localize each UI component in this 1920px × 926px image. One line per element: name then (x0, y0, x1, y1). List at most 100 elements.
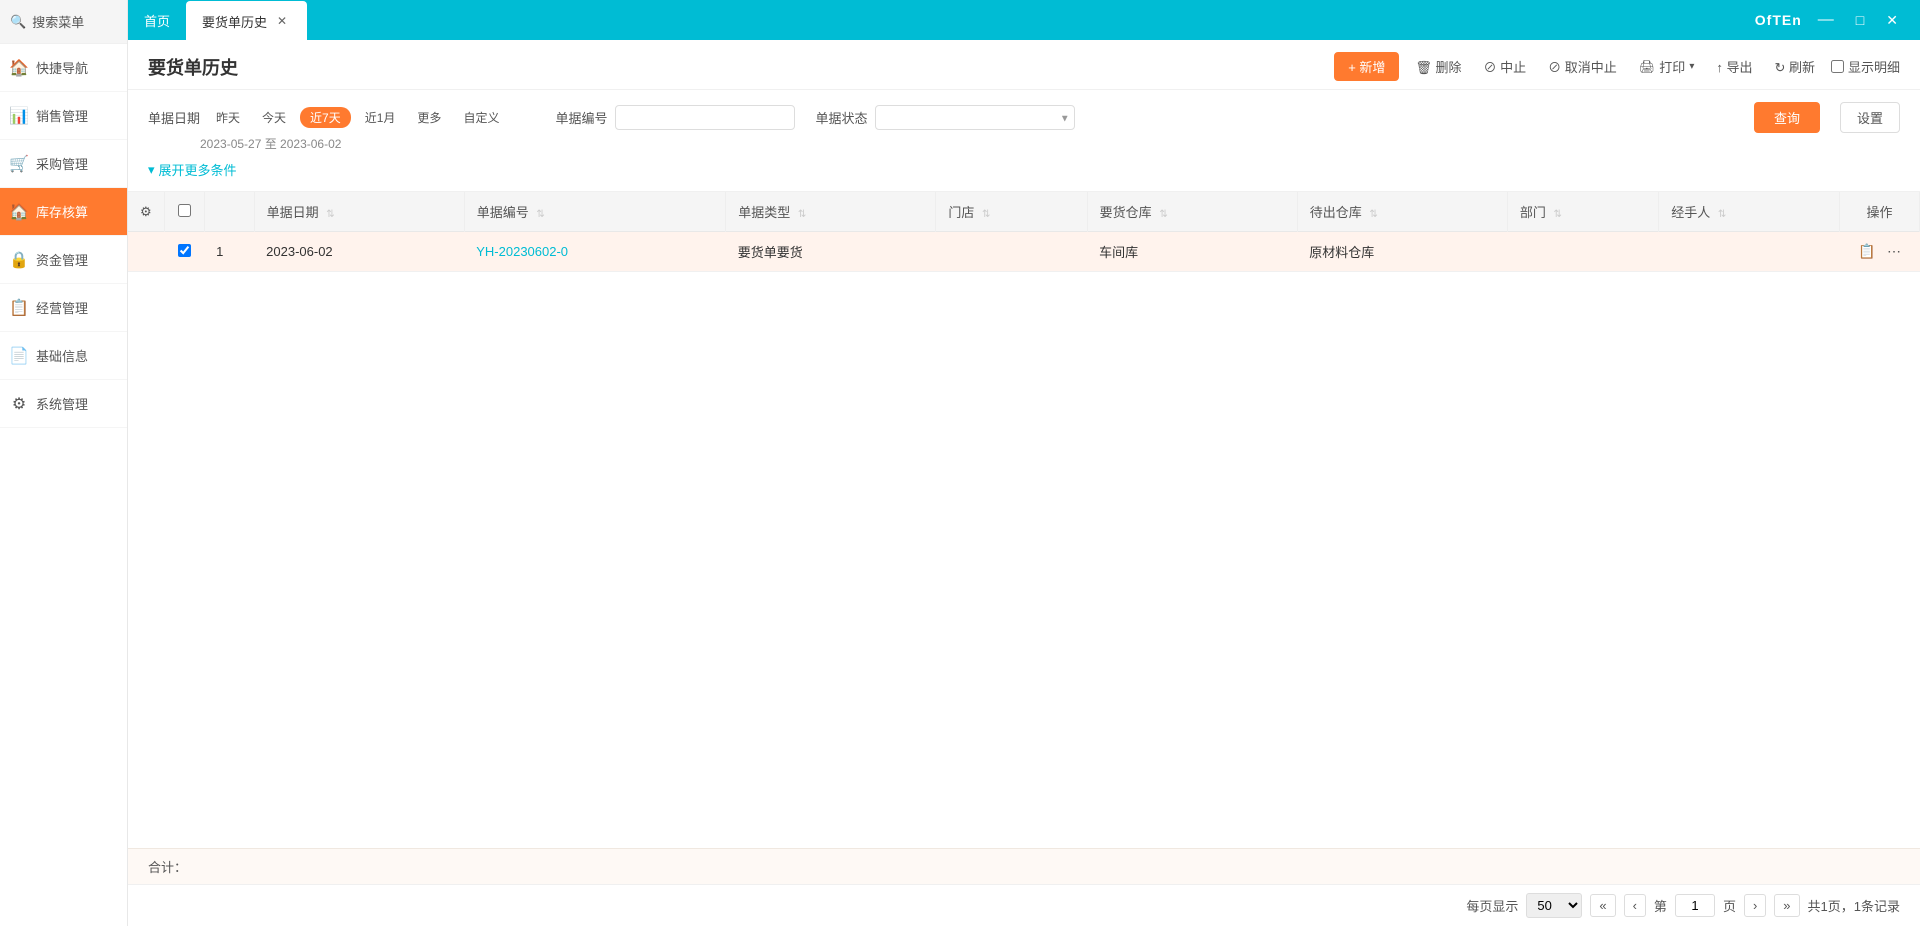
row-number-link[interactable]: YH-20230602-0 (476, 244, 568, 259)
col-number-header: 单据编号 ⇅ (464, 192, 726, 232)
date-btn-yesterday[interactable]: 昨天 (208, 107, 248, 128)
store-sort-icon[interactable]: ⇅ (982, 209, 990, 220)
doc-number-label: 单据编号 (555, 108, 607, 127)
expand-more-btn[interactable]: ▾ 展开更多条件 (148, 160, 1900, 179)
sidebar-item-operations[interactable]: 📋 经营管理 (0, 284, 127, 332)
more-icon[interactable]: ⋯ (1883, 241, 1905, 261)
row-pending-warehouse: 原材料仓库 (1297, 232, 1507, 272)
date-btn-last7[interactable]: 近7天 (300, 107, 351, 128)
page-input[interactable] (1675, 894, 1715, 917)
col-pending-warehouse-header: 待出仓库 ⇅ (1297, 192, 1507, 232)
date-btn-today[interactable]: 今天 (254, 107, 294, 128)
row-department (1507, 232, 1658, 272)
col-checkbox (164, 192, 204, 232)
expand-label: 展开更多条件 (159, 160, 237, 179)
sidebar-item-quick-nav[interactable]: 🏠 快捷导航 (0, 44, 127, 92)
tab-close-icon[interactable]: ✕ (273, 12, 291, 30)
export-button[interactable]: ↑ 导出 (1710, 53, 1758, 80)
prev-page-btn[interactable]: ‹ (1624, 894, 1646, 917)
per-page-select[interactable]: 50 100 200 (1526, 893, 1582, 918)
minimize-btn[interactable]: — (1812, 9, 1840, 31)
top-bar-right: OfTEn — □ ✕ (1755, 9, 1920, 31)
row-checkbox[interactable] (178, 244, 191, 257)
req-warehouse-sort-icon[interactable]: ⇅ (1159, 209, 1167, 220)
edit-icon[interactable]: 📋 (1854, 241, 1879, 261)
pagination: 每页显示 50 100 200 « ‹ 第 页 › » 共1页，1条记录 (128, 884, 1920, 926)
date-filter-group: 单据日期 昨天 今天 近7天 近1月 更多 自定义 (148, 107, 515, 128)
sidebar-item-sales[interactable]: 📊 销售管理 (0, 92, 127, 140)
doc-status-select-wrapper: ▾ (875, 105, 1075, 130)
page-label-end: 页 (1723, 896, 1736, 915)
system-icon: ⚙ (10, 395, 28, 413)
doc-status-input[interactable] (875, 105, 1075, 130)
row-store (936, 232, 1087, 272)
top-bar: 首页 要货单历史 ✕ OfTEn — □ ✕ (128, 0, 1920, 40)
row-handler (1659, 232, 1840, 272)
sidebar-item-label: 系统管理 (36, 394, 88, 413)
display-detail-checkbox[interactable]: 显示明细 (1831, 57, 1900, 76)
date-filter-label: 单据日期 (148, 108, 200, 127)
table-wrapper: ⚙ 单据日期 ⇅ 单据编号 ⇅ (128, 192, 1920, 848)
total-info: 共1页，1条记录 (1808, 896, 1900, 915)
refresh-button[interactable]: ↻ 刷新 (1768, 53, 1821, 80)
home-icon: 🏠 (10, 59, 28, 77)
data-table: ⚙ 单据日期 ⇅ 单据编号 ⇅ (128, 192, 1920, 272)
type-sort-icon[interactable]: ⇅ (798, 209, 806, 220)
doc-number-filter-group: 单据编号 (555, 105, 795, 130)
first-page-btn[interactable]: « (1590, 894, 1615, 917)
close-btn[interactable]: ✕ (1880, 10, 1904, 31)
sidebar-item-basic-info[interactable]: 📄 基础信息 (0, 332, 127, 380)
sidebar-item-system[interactable]: ⚙ 系统管理 (0, 380, 127, 428)
department-sort-icon[interactable]: ⇅ (1553, 209, 1561, 220)
sidebar: 🔍 搜索菜单 🏠 快捷导航 📊 销售管理 🛒 采购管理 🏠 库存核算 🔒 资金管… (0, 0, 128, 926)
sidebar-item-inventory[interactable]: 🏠 库存核算 (0, 188, 127, 236)
toolbar: + 新增 🗑 删除 ⊘ 中止 ⊘ 取消中止 🖨 打印 ▾ ↑ 导出 ↻ 刷新 显… (1334, 52, 1900, 81)
sidebar-item-label: 快捷导航 (36, 58, 88, 77)
date-btn-more[interactable]: 更多 (409, 107, 449, 128)
delete-button[interactable]: 🗑 删除 (1409, 53, 1467, 80)
sidebar-search[interactable]: 🔍 搜索菜单 (0, 0, 127, 44)
date-sort-icon[interactable]: ⇅ (326, 209, 334, 220)
sidebar-item-finance[interactable]: 🔒 资金管理 (0, 236, 127, 284)
col-settings[interactable]: ⚙ (128, 192, 164, 232)
date-btn-last-month[interactable]: 近1月 (357, 107, 404, 128)
last-page-btn[interactable]: » (1774, 894, 1799, 917)
display-detail-input[interactable] (1831, 60, 1844, 73)
table-footer: 合计： (128, 848, 1920, 884)
next-page-btn[interactable]: › (1744, 894, 1766, 917)
col-date-header: 单据日期 ⇅ (254, 192, 464, 232)
table-header-row: ⚙ 单据日期 ⇅ 单据编号 ⇅ (128, 192, 1920, 232)
doc-number-input[interactable] (615, 105, 795, 130)
tab-requisition-history-label: 要货单历史 (202, 12, 267, 31)
sidebar-item-label: 基础信息 (36, 346, 88, 365)
stop-button[interactable]: ⊘ 中止 (1478, 53, 1533, 80)
page-title: 要货单历史 (148, 54, 238, 80)
filter-dates: 昨天 今天 近7天 近1月 更多 自定义 (208, 107, 507, 128)
date-range-text: 2023-05-27 至 2023-06-02 (148, 135, 1900, 152)
pending-warehouse-sort-icon[interactable]: ⇅ (1369, 209, 1377, 220)
purchase-icon: 🛒 (10, 155, 28, 173)
display-detail-label: 显示明细 (1848, 57, 1900, 76)
query-button[interactable]: 查询 (1754, 102, 1820, 133)
page-header: 要货单历史 + 新增 🗑 删除 ⊘ 中止 ⊘ 取消中止 🖨 打印 ▾ ↑ 导出 … (128, 40, 1920, 90)
row-checkbox-cell (164, 232, 204, 272)
print-label: 打印 (1659, 57, 1685, 76)
expand-more-row: ▾ 展开更多条件 (148, 160, 1900, 179)
basic-info-icon: 📄 (10, 347, 28, 365)
tab-requisition-history[interactable]: 要货单历史 ✕ (186, 1, 307, 41)
tab-home[interactable]: 首页 (128, 0, 186, 40)
settings-button[interactable]: 设置 (1840, 102, 1900, 133)
select-all-checkbox[interactable] (178, 204, 191, 217)
maximize-btn[interactable]: □ (1850, 10, 1870, 30)
new-button[interactable]: + 新增 (1334, 52, 1399, 81)
cancel-stop-button[interactable]: ⊘ 取消中止 (1542, 53, 1623, 80)
sidebar-item-purchase[interactable]: 🛒 采购管理 (0, 140, 127, 188)
search-icon: 🔍 (10, 14, 26, 30)
date-btn-custom[interactable]: 自定义 (455, 107, 507, 128)
number-sort-icon[interactable]: ⇅ (536, 209, 544, 220)
col-department-header: 部门 ⇅ (1507, 192, 1658, 232)
print-button[interactable]: 🖨 打印 ▾ (1633, 53, 1701, 80)
row-ops: 📋 ⋯ (1840, 232, 1920, 272)
sidebar-item-label: 采购管理 (36, 154, 88, 173)
handler-sort-icon[interactable]: ⇅ (1718, 209, 1726, 220)
